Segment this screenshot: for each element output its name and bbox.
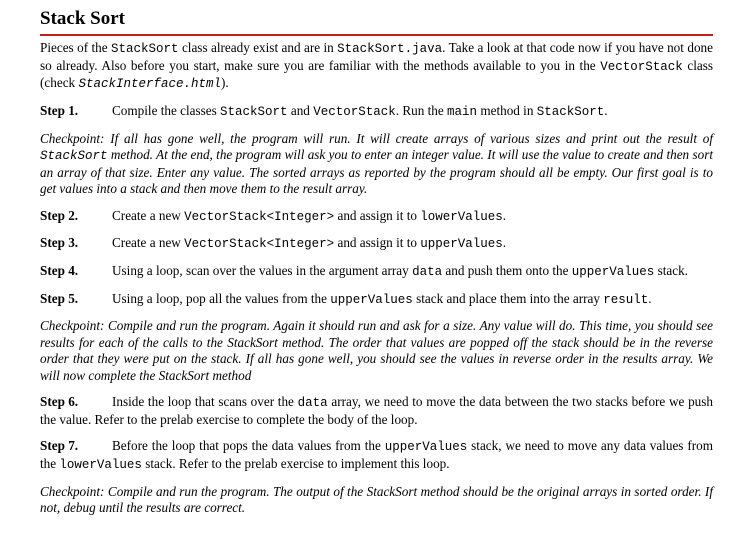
step-4: Step 4. Using a loop, scan over the value… [40,263,713,281]
code: data [412,265,442,279]
code: data [298,396,328,410]
step-label: Step 2. [40,208,98,225]
text: and assign it to [334,208,420,223]
code: StackSort [220,105,288,119]
step-6: Step 6. Inside the loop that scans over t… [40,394,713,428]
page-title: Stack Sort [40,8,713,30]
text: method. At the end, the program will ask… [40,147,713,196]
text: method in [477,103,537,118]
checkpoint-3: Checkpoint: Compile and run the program.… [40,484,713,517]
step-label: Step 3. [40,235,98,252]
code-stacksort-java: StackSort.java [337,42,442,56]
text: and [288,103,314,118]
code: upperValues [420,237,503,251]
text: and push them onto the [442,263,572,278]
checkpoint-1: Checkpoint: If all has gone well, the pr… [40,131,713,198]
step-label: Step 4. [40,263,98,280]
step-label: Step 6. [40,394,98,411]
text: Using a loop, pop all the values from th… [112,291,330,306]
code: lowerValues [59,458,142,472]
code: lowerValues [420,210,503,224]
text: Pieces of the [40,40,111,55]
text: stack. [654,263,688,278]
code: VectorStack<Integer> [184,210,334,224]
text: Using a loop, scan over the values in th… [112,263,412,278]
code: VectorStack [313,105,396,119]
code: main [447,105,477,119]
document-page: Stack Sort Pieces of the StackSort class… [0,0,753,547]
text: . [604,103,607,118]
code: result [603,293,648,307]
text: Create a new [112,208,184,223]
step-2: Step 2. Create a new VectorStack<Integer>… [40,208,713,226]
code: StackSort [40,149,108,163]
step-7: Step 7. Before the loop that pops the dat… [40,438,713,473]
step-label: Step 5. [40,291,98,308]
step-3: Step 3. Create a new VectorStack<Integer>… [40,235,713,253]
text: Inside the loop that scans over the [112,394,298,409]
text: Checkpoint: If all has gone well, the pr… [40,131,713,146]
title-rule [40,34,713,36]
text: . [503,208,506,223]
code: StackSort [537,105,605,119]
code: VectorStack<Integer> [184,237,334,251]
text: . [648,291,651,306]
code: upperValues [330,293,413,307]
step-label: Step 1. [40,103,98,120]
intro-paragraph: Pieces of the StackSort class already ex… [40,40,713,93]
text: Create a new [112,235,184,250]
step-5: Step 5. Using a loop, pop all the values … [40,291,713,309]
text: stack and place them into the array [413,291,603,306]
text: stack. Refer to the prelab exercise to i… [142,456,450,471]
checkpoint-2: Checkpoint: Compile and run the program.… [40,318,713,384]
text: . Run the [396,103,447,118]
text: and assign it to [334,235,420,250]
code: upperValues [385,440,468,454]
code-stacksort: StackSort [111,42,179,56]
step-label: Step 7. [40,438,98,455]
text: . [503,235,506,250]
code: upperValues [572,265,655,279]
step-1: Step 1. Compile the classes StackSort and… [40,103,713,121]
text: class already exist and are in [179,40,338,55]
text: Before the loop that pops the data value… [112,438,385,453]
text: Compile the classes [112,103,220,118]
code-vectorstack: VectorStack [600,60,683,74]
text: ). [221,75,229,90]
code-stackinterface-html: StackInterface.html [78,77,221,91]
